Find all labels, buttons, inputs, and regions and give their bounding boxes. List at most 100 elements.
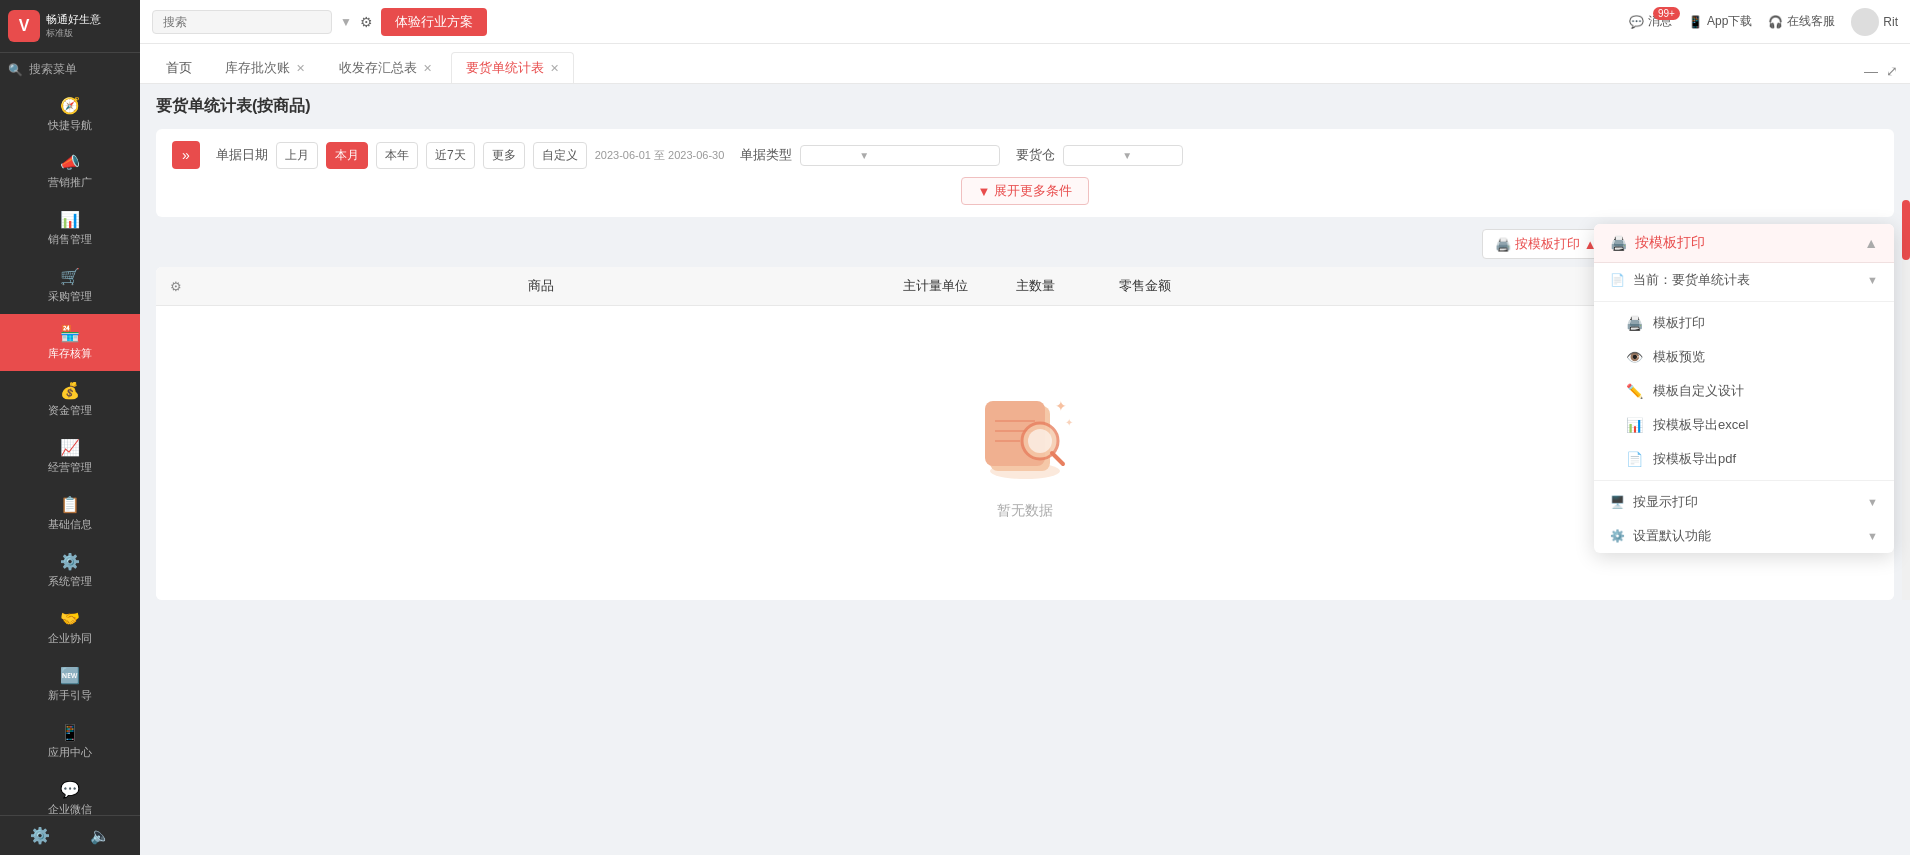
right-scrollbar-thumb <box>1902 200 1910 260</box>
tab-order-stats[interactable]: 要货单统计表 ✕ <box>451 52 574 83</box>
print-template-btn[interactable]: 🖨️ 按模板打印 ▲ <box>1482 229 1610 259</box>
template-design-icon: ✏️ <box>1626 383 1643 399</box>
audio-icon[interactable]: 🔈 <box>90 826 110 845</box>
template-preview-label: 模板预览 <box>1653 348 1705 366</box>
app-download-icon: 📱 <box>1688 15 1703 29</box>
current-month-btn[interactable]: 本月 <box>326 142 368 169</box>
table-header-retail: 零售金额 <box>1085 277 1205 295</box>
sidebar-item-guide[interactable]: 🆕 新手引导 <box>0 656 140 713</box>
print-dropdown-header: 🖨️ 按模板打印 ▲ <box>1594 224 1894 263</box>
current-template-section[interactable]: 📄 当前：要货单统计表 ▼ <box>1594 263 1894 297</box>
breadcrumb-search-input[interactable] <box>152 10 332 34</box>
template-print-label: 模板打印 <box>1653 314 1705 332</box>
warehouse-dropdown[interactable]: ▼ <box>1063 145 1183 166</box>
sidebar-item-app-center[interactable]: 📱 应用中心 <box>0 713 140 770</box>
date-filter-label: 单据日期 <box>216 146 268 164</box>
sidebar-item-cooperation[interactable]: 🤝 企业协同 <box>0 599 140 656</box>
template-export-pdf-item[interactable]: 📄 按模板导出pdf <box>1594 442 1894 476</box>
display-print-icon: 🖥️ <box>1610 495 1625 509</box>
sidebar-item-label: 销售管理 <box>48 232 92 247</box>
tab-bar: 首页 库存批次账 ✕ 收发存汇总表 ✕ 要货单统计表 ✕ — ⤢ <box>140 44 1910 84</box>
template-excel-icon: 📊 <box>1626 417 1643 433</box>
user-avatar-item[interactable]: Rit <box>1851 8 1898 36</box>
last-7-days-btn[interactable]: 近7天 <box>426 142 475 169</box>
table-header-quantity: 主数量 <box>985 277 1085 295</box>
header-dropdown-icon[interactable]: ▼ <box>340 15 352 29</box>
sidebar-item-sales[interactable]: 📊 销售管理 <box>0 200 140 257</box>
sidebar-item-finance[interactable]: 💰 资金管理 <box>0 371 140 428</box>
tab-home[interactable]: 首页 <box>152 53 206 83</box>
sidebar-item-wechat[interactable]: 💬 企业微信 <box>0 770 140 815</box>
inventory-icon: 🏪 <box>60 324 80 343</box>
template-design-item[interactable]: ✏️ 模板自定义设计 <box>1594 374 1894 408</box>
sidebar-item-label: 基础信息 <box>48 517 92 532</box>
content-area: 要货单统计表(按商品) » 单据日期 上月 本月 本年 近7天 更多 自定义 2… <box>140 84 1910 855</box>
set-default-arrow-icon: ▼ <box>1867 530 1878 542</box>
current-year-btn[interactable]: 本年 <box>376 142 418 169</box>
filter-expand-icon[interactable]: » <box>172 141 200 169</box>
tab-home-label: 首页 <box>166 59 192 77</box>
prev-month-btn[interactable]: 上月 <box>276 142 318 169</box>
trial-button[interactable]: 体验行业方案 <box>381 8 487 36</box>
online-service-item[interactable]: 🎧 在线客服 <box>1768 13 1835 30</box>
tab-batch-ledger-close[interactable]: ✕ <box>296 63 305 74</box>
basic-info-icon: 📋 <box>60 495 80 514</box>
template-print-item[interactable]: 🖨️ 模板打印 <box>1594 306 1894 340</box>
filter-area: » 单据日期 上月 本月 本年 近7天 更多 自定义 2023-06-01 至 … <box>156 129 1894 217</box>
headset-icon: 🎧 <box>1768 15 1783 29</box>
tab-order-stats-label: 要货单统计表 <box>466 59 544 77</box>
sidebar-item-label: 资金管理 <box>48 403 92 418</box>
header-right: 💬 消息 99+ 📱 App下载 🎧 在线客服 Rit <box>1629 8 1898 36</box>
sidebar-item-basic-info[interactable]: 📋 基础信息 <box>0 485 140 542</box>
empty-text: 暂无数据 <box>997 502 1053 520</box>
more-btn[interactable]: 更多 <box>483 142 525 169</box>
tab-order-stats-close[interactable]: ✕ <box>550 63 559 74</box>
sidebar-item-operations[interactable]: 📈 经营管理 <box>0 428 140 485</box>
sidebar-item-system[interactable]: ⚙️ 系统管理 <box>0 542 140 599</box>
print-dropdown: 🖨️ 按模板打印 ▲ 📄 当前：要货单统计表 ▼ 🖨️ 模板打印 � <box>1594 224 1894 553</box>
marketing-icon: 📣 <box>60 153 80 172</box>
template-preview-item[interactable]: 👁️ 模板预览 <box>1594 340 1894 374</box>
sidebar-item-inventory[interactable]: 🏪 库存核算 <box>0 314 140 371</box>
table-header-product: 商品 <box>196 277 885 295</box>
print-template-label: 按模板打印 <box>1515 235 1580 253</box>
sidebar-item-label: 库存核算 <box>48 346 92 361</box>
header-gear-icon[interactable]: ⚙ <box>360 14 373 30</box>
sidebar-item-purchase[interactable]: 🛒 采购管理 <box>0 257 140 314</box>
custom-btn[interactable]: 自定义 <box>533 142 587 169</box>
settings-bottom-icon[interactable]: ⚙️ <box>30 826 50 845</box>
sidebar-search[interactable]: 🔍 搜索菜单 <box>0 53 140 86</box>
right-scrollbar[interactable] <box>1902 200 1910 600</box>
template-export-excel-item[interactable]: 📊 按模板导出excel <box>1594 408 1894 442</box>
message-item[interactable]: 💬 消息 99+ <box>1629 13 1672 30</box>
sidebar-item-marketing[interactable]: 📣 营销推广 <box>0 143 140 200</box>
window-restore-icon[interactable]: ⤢ <box>1886 63 1898 79</box>
app-badge: 标准版 <box>46 27 101 40</box>
svg-line-8 <box>1052 453 1063 464</box>
window-minimize-icon[interactable]: — <box>1864 63 1878 79</box>
expand-btn-label: 展开更多条件 <box>994 182 1072 200</box>
svg-text:✦: ✦ <box>1055 398 1067 414</box>
tab-receipt-summary[interactable]: 收发存汇总表 ✕ <box>324 52 447 83</box>
print-dropdown-close-icon[interactable]: ▲ <box>1864 235 1878 251</box>
sidebar-item-label: 应用中心 <box>48 745 92 760</box>
search-label: 搜索菜单 <box>29 61 77 78</box>
chevron-down-icon: ▼ <box>978 184 991 199</box>
set-default-section[interactable]: ⚙️ 设置默认功能 ▼ <box>1594 519 1894 553</box>
expand-more-btn[interactable]: ▼ 展开更多条件 <box>961 177 1090 205</box>
order-type-dropdown[interactable]: ▼ <box>800 145 1000 166</box>
sidebar-item-label: 快捷导航 <box>48 118 92 133</box>
set-default-label: 设置默认功能 <box>1633 527 1711 545</box>
table-settings-icon[interactable]: ⚙ <box>156 277 196 295</box>
order-type-section: 单据类型 ▼ <box>740 145 1000 166</box>
cooperation-icon: 🤝 <box>60 609 80 628</box>
app-download-item[interactable]: 📱 App下载 <box>1688 13 1752 30</box>
tab-receipt-summary-close[interactable]: ✕ <box>423 63 432 74</box>
sidebar: V 畅通好生意 标准版 🔍 搜索菜单 🧭 快捷导航 📣 营销推广 📊 销售管理 … <box>0 0 140 855</box>
tab-batch-ledger[interactable]: 库存批次账 ✕ <box>210 52 320 83</box>
sidebar-item-quick-nav[interactable]: 🧭 快捷导航 <box>0 86 140 143</box>
display-print-section[interactable]: 🖥️ 按显示打印 ▼ <box>1594 485 1894 519</box>
display-print-label: 按显示打印 <box>1633 493 1698 511</box>
current-template-arrow-icon: ▼ <box>1867 274 1878 286</box>
sidebar-logo: V 畅通好生意 标准版 <box>0 0 140 53</box>
